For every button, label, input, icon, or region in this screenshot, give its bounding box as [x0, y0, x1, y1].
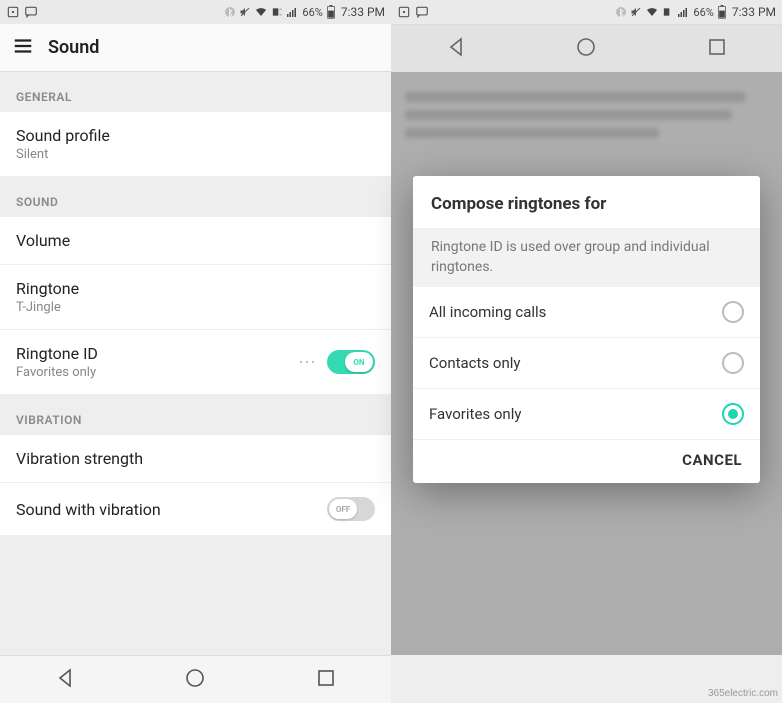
item-ringtone[interactable]: Ringtone T-Jingle	[0, 265, 391, 330]
navigation-bar	[391, 24, 782, 72]
dialog-title: Compose ringtones for	[413, 176, 760, 228]
wifi-icon	[645, 6, 659, 18]
option-contacts-only[interactable]: Contacts only	[413, 338, 760, 389]
item-title: Ringtone ID	[16, 344, 298, 363]
item-title: Ringtone	[16, 279, 375, 298]
section-sound: SOUND	[0, 177, 391, 217]
item-subtitle: Silent	[16, 147, 375, 162]
recents-icon[interactable]	[705, 35, 729, 63]
option-label: All incoming calls	[429, 303, 722, 321]
page-title: Sound	[48, 37, 99, 58]
back-icon[interactable]	[53, 666, 77, 694]
signal-icon	[676, 6, 690, 18]
navigation-bar	[0, 655, 391, 703]
home-icon[interactable]	[183, 666, 207, 694]
notification-icon	[6, 5, 20, 19]
item-subtitle: T-Jingle	[16, 300, 375, 315]
item-subtitle: Favorites only	[16, 365, 298, 380]
wifi-icon	[254, 6, 268, 18]
item-title: Vibration strength	[16, 449, 375, 468]
dialog-compose-ringtones: Compose ringtones for Ringtone ID is use…	[413, 176, 760, 483]
data-icon	[271, 6, 282, 18]
battery-icon	[326, 5, 336, 19]
item-sound-with-vibration[interactable]: Sound with vibration OFF	[0, 483, 391, 535]
item-title: Volume	[16, 231, 375, 250]
status-bar: 66% 7:33 PM	[0, 0, 391, 24]
recents-icon[interactable]	[314, 666, 338, 694]
back-icon[interactable]	[444, 35, 468, 63]
toggle-knob: ON	[345, 352, 373, 372]
item-sound-profile[interactable]: Sound profile Silent	[0, 112, 391, 177]
mute-icon	[239, 6, 251, 18]
section-vibration: VIBRATION	[0, 395, 391, 435]
more-icon[interactable]: ⋯	[298, 352, 317, 373]
item-volume[interactable]: Volume	[0, 217, 391, 265]
settings-list: GENERAL Sound profile Silent SOUND Volum…	[0, 72, 391, 655]
screen-ringtone-dialog: 66% 7:33 PM ███████ Compose ringtones fo…	[391, 0, 782, 703]
data-icon	[662, 6, 673, 18]
status-time: 7:33 PM	[732, 5, 776, 19]
action-bar: Sound	[0, 24, 391, 72]
chat-icon	[415, 5, 429, 19]
bluetooth-icon	[224, 6, 236, 18]
watermark: 365electric.com	[708, 688, 778, 699]
item-vibration-strength[interactable]: Vibration strength	[0, 435, 391, 483]
notification-icon	[397, 5, 411, 19]
signal-icon	[285, 6, 299, 18]
item-title: Sound with vibration	[16, 500, 327, 519]
cancel-button[interactable]: CANCEL	[682, 451, 742, 469]
menu-icon[interactable]	[12, 35, 34, 61]
battery-icon	[717, 5, 727, 19]
option-label: Favorites only	[429, 405, 722, 423]
item-title: Sound profile	[16, 126, 375, 145]
toggle-knob: OFF	[329, 499, 357, 519]
status-bar: 66% 7:33 PM	[391, 0, 782, 24]
battery-percentage: 66%	[693, 6, 713, 19]
option-favorites-only[interactable]: Favorites only	[413, 389, 760, 440]
home-icon[interactable]	[574, 35, 598, 63]
option-label: Contacts only	[429, 354, 722, 372]
mute-icon	[630, 6, 642, 18]
section-general: GENERAL	[0, 72, 391, 112]
status-time: 7:33 PM	[341, 5, 385, 19]
radio-icon	[722, 301, 744, 323]
radio-icon	[722, 403, 744, 425]
screen-sound-settings: 66% 7:33 PM Sound GENERAL Sound profile …	[0, 0, 391, 703]
toggle-ringtone-id[interactable]: ON	[327, 350, 375, 374]
battery-percentage: 66%	[302, 6, 322, 19]
item-ringtone-id[interactable]: Ringtone ID Favorites only ⋯ ON	[0, 330, 391, 395]
dialog-info: Ringtone ID is used over group and indiv…	[413, 228, 760, 287]
toggle-sound-with-vibration[interactable]: OFF	[327, 497, 375, 521]
radio-icon	[722, 352, 744, 374]
chat-icon	[24, 5, 38, 19]
bluetooth-icon	[615, 6, 627, 18]
option-all-incoming[interactable]: All incoming calls	[413, 287, 760, 338]
